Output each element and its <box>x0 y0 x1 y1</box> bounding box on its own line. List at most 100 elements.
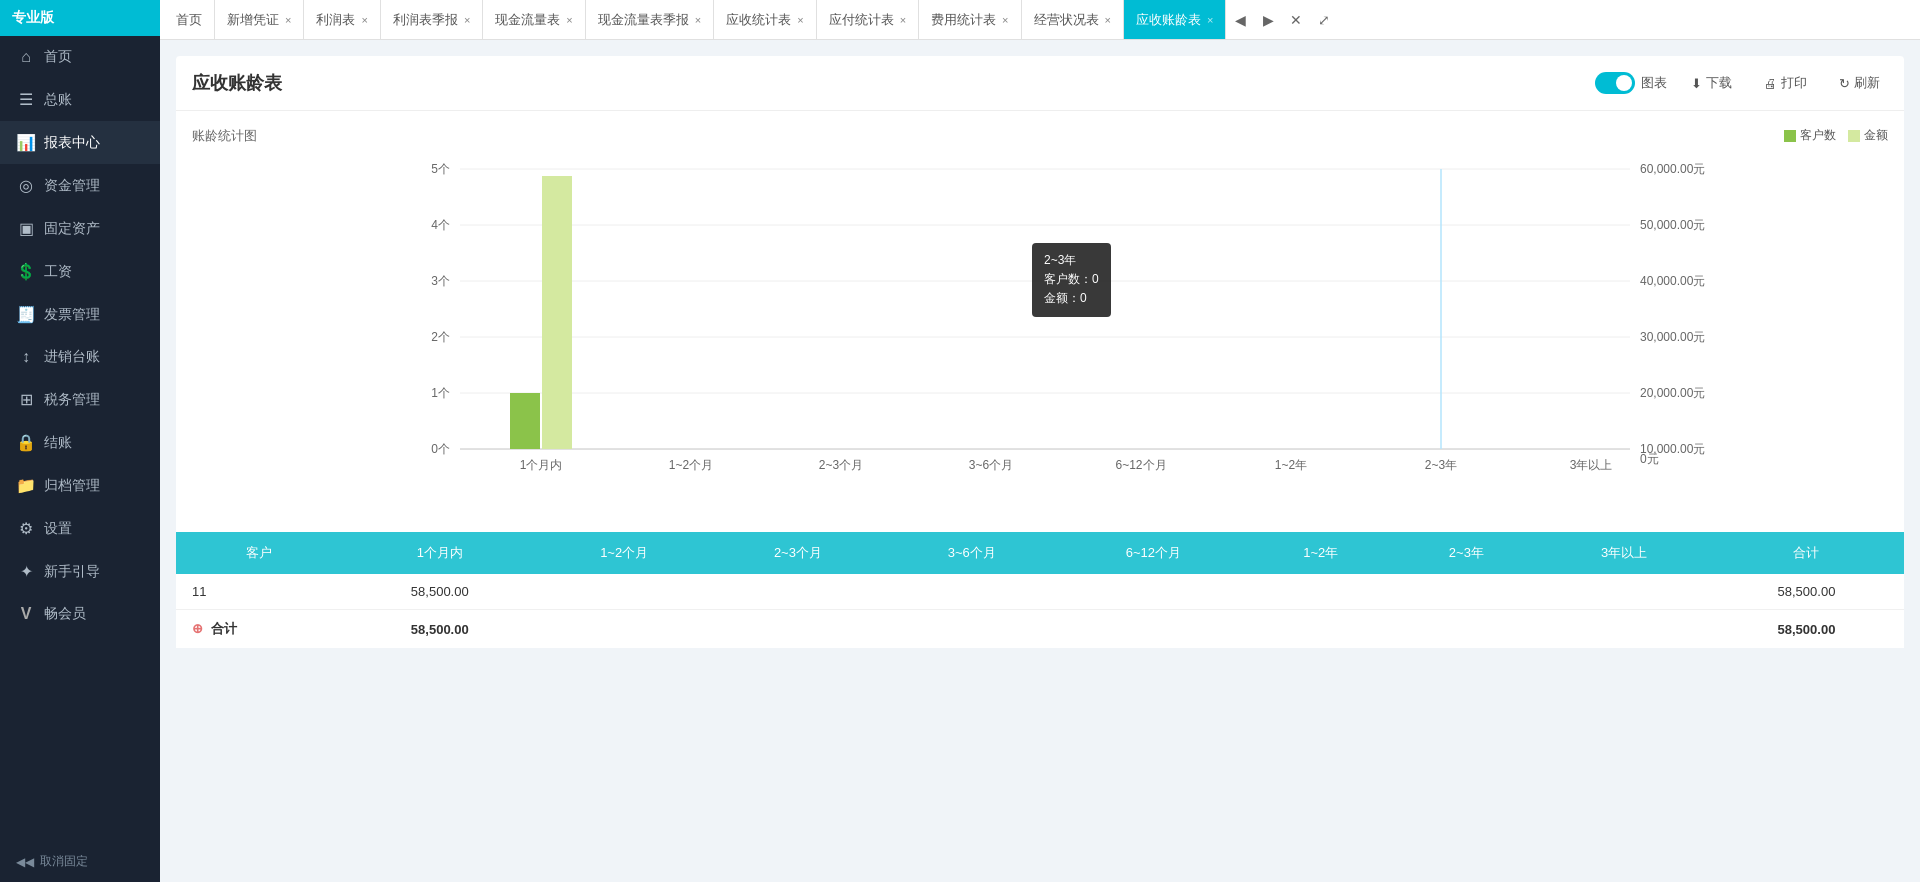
cell-12y <box>1248 574 1394 610</box>
sidebar-item-settings-label: 设置 <box>44 520 72 538</box>
sidebar-item-invoice[interactable]: 🧾 发票管理 <box>0 293 160 336</box>
tab-profit[interactable]: 利润表 × <box>304 0 380 40</box>
total-23m <box>711 610 885 649</box>
tab-profit-close[interactable]: × <box>361 14 367 26</box>
tab-cashflow[interactable]: 现金流量表 × <box>483 0 585 40</box>
col-header-23y: 2~3年 <box>1394 532 1540 574</box>
sidebar-pin-toggle[interactable]: ◀◀ 取消固定 <box>0 841 160 882</box>
report-icon: 📊 <box>16 133 36 152</box>
total-12y <box>1248 610 1394 649</box>
tab-expense-stat-close[interactable]: × <box>1002 14 1008 26</box>
chart-toggle-wrap: 图表 <box>1595 72 1667 94</box>
tab-voucher[interactable]: 新增凭证 × <box>215 0 304 40</box>
wage-icon: 💲 <box>16 262 36 281</box>
tab-profit-label: 利润表 <box>316 11 355 29</box>
sidebar-item-close-label: 结账 <box>44 434 72 452</box>
tab-maximize[interactable]: ⤢ <box>1310 6 1338 34</box>
tab-payable-stat-label: 应付统计表 <box>829 11 894 29</box>
sidebar-item-fund-label: 资金管理 <box>44 177 100 195</box>
tab-expense-stat-label: 费用统计表 <box>931 11 996 29</box>
download-button[interactable]: ⬇ 下载 <box>1683 70 1740 96</box>
tab-expense-stat[interactable]: 费用统计表 × <box>919 0 1021 40</box>
svg-text:0元: 0元 <box>1640 452 1659 466</box>
sidebar-item-sales[interactable]: ↕ 进销台账 <box>0 336 160 378</box>
sidebar-item-tax[interactable]: ⊞ 税务管理 <box>0 378 160 421</box>
chart-toggle[interactable] <box>1595 72 1635 94</box>
tab-cashflow-quarter[interactable]: 现金流量表季报 × <box>586 0 714 40</box>
bar-amount-0 <box>542 176 572 449</box>
tab-cashflow-quarter-close[interactable]: × <box>695 14 701 26</box>
col-header-total: 合计 <box>1709 532 1904 574</box>
tab-payable-stat[interactable]: 应付统计表 × <box>817 0 919 40</box>
col-header-23m: 2~3个月 <box>711 532 885 574</box>
sidebar-item-report[interactable]: 📊 报表中心 <box>0 121 160 164</box>
tab-business-stat-label: 经营状况表 <box>1034 11 1099 29</box>
refresh-button[interactable]: ↻ 刷新 <box>1831 70 1888 96</box>
chart-legend: 客户数 金额 <box>1784 127 1888 144</box>
tab-voucher-label: 新增凭证 <box>227 11 279 29</box>
tab-scroll-left[interactable]: ◀ <box>1226 6 1254 34</box>
sidebar-item-fund[interactable]: ◎ 资金管理 <box>0 164 160 207</box>
tab-cashflow-close[interactable]: × <box>566 14 572 26</box>
archive-icon: 📁 <box>16 476 36 495</box>
tab-profit-quarter-close[interactable]: × <box>464 14 470 26</box>
sidebar-item-member[interactable]: V 畅会员 <box>0 593 160 635</box>
tab-home[interactable]: 首页 <box>164 0 215 40</box>
refresh-icon: ↻ <box>1839 76 1850 91</box>
download-label: 下载 <box>1706 74 1732 92</box>
svg-text:2个: 2个 <box>431 330 450 344</box>
tab-receivable-stat-close[interactable]: × <box>797 14 803 26</box>
tab-business-stat-close[interactable]: × <box>1105 14 1111 26</box>
cell-612m <box>1059 574 1248 610</box>
total-3yplus <box>1539 610 1709 649</box>
sidebar: 专业版 ⌂ 首页 ☰ 总账 📊 报表中心 ◎ 资金管理 ▣ 固定资产 💲 工资 … <box>0 0 160 882</box>
tab-scroll-right[interactable]: ▶ <box>1254 6 1282 34</box>
sidebar-item-invoice-label: 发票管理 <box>44 306 100 324</box>
sidebar-item-ledger[interactable]: ☰ 总账 <box>0 78 160 121</box>
sidebar-item-member-label: 畅会员 <box>44 605 86 623</box>
svg-text:3年以上: 3年以上 <box>1570 458 1613 472</box>
sidebar-item-guide[interactable]: ✦ 新手引导 <box>0 550 160 593</box>
sidebar-item-wage-label: 工资 <box>44 263 72 281</box>
sales-icon: ↕ <box>16 348 36 366</box>
sidebar-item-tax-label: 税务管理 <box>44 391 100 409</box>
col-header-12m: 1~2个月 <box>537 532 711 574</box>
print-button[interactable]: 🖨 打印 <box>1756 70 1815 96</box>
total-23y <box>1394 610 1540 649</box>
tab-cashflow-label: 现金流量表 <box>495 11 560 29</box>
sidebar-item-ledger-label: 总账 <box>44 91 72 109</box>
tab-profit-quarter[interactable]: 利润表季报 × <box>381 0 483 40</box>
tab-close-all[interactable]: ✕ <box>1282 6 1310 34</box>
sidebar-item-close[interactable]: 🔒 结账 <box>0 421 160 464</box>
tab-cashflow-quarter-label: 现金流量表季报 <box>598 11 689 29</box>
total-sum: 58,500.00 <box>1709 610 1904 649</box>
total-36m <box>885 610 1059 649</box>
sidebar-item-archive[interactable]: 📁 归档管理 <box>0 464 160 507</box>
page-header: 应收账龄表 图表 ⬇ 下载 🖨 打印 ↻ 刷新 <box>176 56 1904 110</box>
svg-text:3~6个月: 3~6个月 <box>969 458 1013 472</box>
total-label-cell: ⊕ 合计 <box>176 610 342 649</box>
sidebar-item-asset[interactable]: ▣ 固定资产 <box>0 207 160 250</box>
tab-payable-stat-close[interactable]: × <box>900 14 906 26</box>
sidebar-item-report-label: 报表中心 <box>44 134 100 152</box>
tab-home-label: 首页 <box>176 11 202 29</box>
tab-receivable-stat[interactable]: 应收统计表 × <box>714 0 816 40</box>
tab-aging-close[interactable]: × <box>1207 14 1213 26</box>
settings-icon: ⚙ <box>16 519 36 538</box>
sidebar-item-settings[interactable]: ⚙ 设置 <box>0 507 160 550</box>
total-612m <box>1059 610 1248 649</box>
sidebar-pin-label: 取消固定 <box>40 853 88 870</box>
sidebar-item-wage[interactable]: 💲 工资 <box>0 250 160 293</box>
invoice-icon: 🧾 <box>16 305 36 324</box>
sidebar-item-sales-label: 进销台账 <box>44 348 100 366</box>
sidebar-item-home[interactable]: ⌂ 首页 <box>0 36 160 78</box>
tab-business-stat[interactable]: 经营状况表 × <box>1022 0 1124 40</box>
table-total-row: ⊕ 合计 58,500.00 58,500.00 <box>176 610 1904 649</box>
asset-icon: ▣ <box>16 219 36 238</box>
guide-icon: ✦ <box>16 562 36 581</box>
tab-voucher-close[interactable]: × <box>285 14 291 26</box>
tab-aging[interactable]: 应收账龄表 × <box>1124 0 1226 40</box>
ledger-icon: ☰ <box>16 90 36 109</box>
cell-customer: 11 <box>176 574 342 610</box>
print-icon: 🖨 <box>1764 76 1777 91</box>
